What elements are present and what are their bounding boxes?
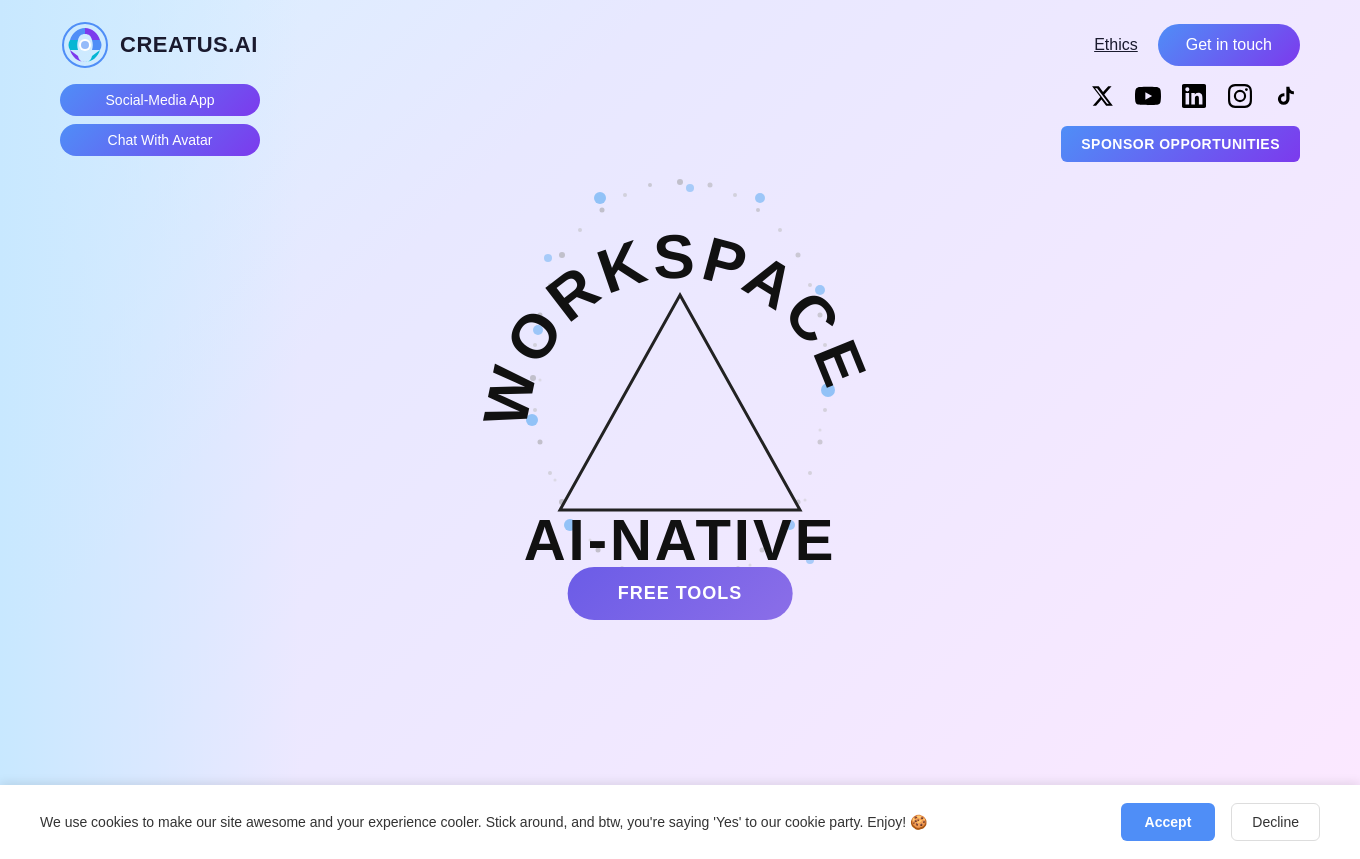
twitter-icon[interactable] <box>1088 82 1116 110</box>
svg-text:AI-NATIVE: AI-NATIVE <box>524 507 837 572</box>
svg-point-52 <box>594 192 606 204</box>
svg-point-60 <box>686 184 694 192</box>
svg-point-43 <box>819 428 822 431</box>
chat-with-avatar-button[interactable]: Chat With Avatar <box>60 124 260 156</box>
youtube-icon[interactable] <box>1134 82 1162 110</box>
instagram-icon[interactable] <box>1226 82 1254 110</box>
sponsor-opportunities-button[interactable]: SPONSOR OPPORTUNITIES <box>1061 126 1300 162</box>
header-top-row: Ethics Get in touch <box>1094 24 1300 66</box>
tiktok-icon[interactable] <box>1272 82 1300 110</box>
workspace-svg: WORKSPACE AI-NATIVE <box>380 130 980 730</box>
cookie-buttons: Accept Decline <box>1121 803 1320 841</box>
social-icons <box>1088 82 1300 110</box>
decline-button[interactable]: Decline <box>1231 803 1320 841</box>
logo-icon <box>60 20 110 70</box>
free-tools-button[interactable]: FREE TOOLS <box>568 567 793 620</box>
svg-point-7 <box>733 193 737 197</box>
logo[interactable]: CREATUS.AI <box>60 20 260 70</box>
nav-buttons: Social-Media App Chat With Avatar <box>60 84 260 156</box>
header: CREATUS.AI Social-Media App Chat With Av… <box>0 0 1360 162</box>
svg-marker-61 <box>560 295 800 510</box>
ethics-link[interactable]: Ethics <box>1094 36 1138 54</box>
svg-point-53 <box>755 193 765 203</box>
social-media-app-button[interactable]: Social-Media App <box>60 84 260 116</box>
svg-point-8 <box>600 207 605 212</box>
svg-point-44 <box>554 478 557 481</box>
svg-point-10 <box>578 228 582 232</box>
svg-point-24 <box>538 439 543 444</box>
accept-button[interactable]: Accept <box>1121 803 1216 841</box>
svg-point-25 <box>818 439 823 444</box>
cookie-banner: We use cookies to make our site awesome … <box>0 785 1360 859</box>
get-in-touch-button[interactable]: Get in touch <box>1158 24 1300 66</box>
svg-point-11 <box>778 228 782 232</box>
svg-point-45 <box>804 498 807 501</box>
workspace-graphic: WORKSPACE AI-NATIVE FREE TOOLS <box>380 130 980 730</box>
svg-point-9 <box>756 208 760 212</box>
header-right: Ethics Get in touch <box>1061 20 1300 162</box>
linkedin-icon[interactable] <box>1180 82 1208 110</box>
svg-text:WORKSPACE: WORKSPACE <box>470 221 881 432</box>
svg-point-26 <box>548 471 552 475</box>
svg-point-23 <box>823 408 827 412</box>
svg-point-3 <box>677 179 683 185</box>
svg-point-15 <box>808 283 812 287</box>
svg-point-13 <box>796 252 801 257</box>
svg-point-58 <box>544 254 552 262</box>
svg-point-4 <box>648 183 652 187</box>
svg-point-6 <box>623 193 627 197</box>
logo-text: CREATUS.AI <box>120 32 258 58</box>
svg-point-5 <box>708 182 713 187</box>
cookie-message: We use cookies to make our site awesome … <box>40 814 1081 830</box>
svg-point-27 <box>808 471 812 475</box>
svg-point-2 <box>81 41 89 49</box>
logo-area: CREATUS.AI Social-Media App Chat With Av… <box>60 20 260 156</box>
